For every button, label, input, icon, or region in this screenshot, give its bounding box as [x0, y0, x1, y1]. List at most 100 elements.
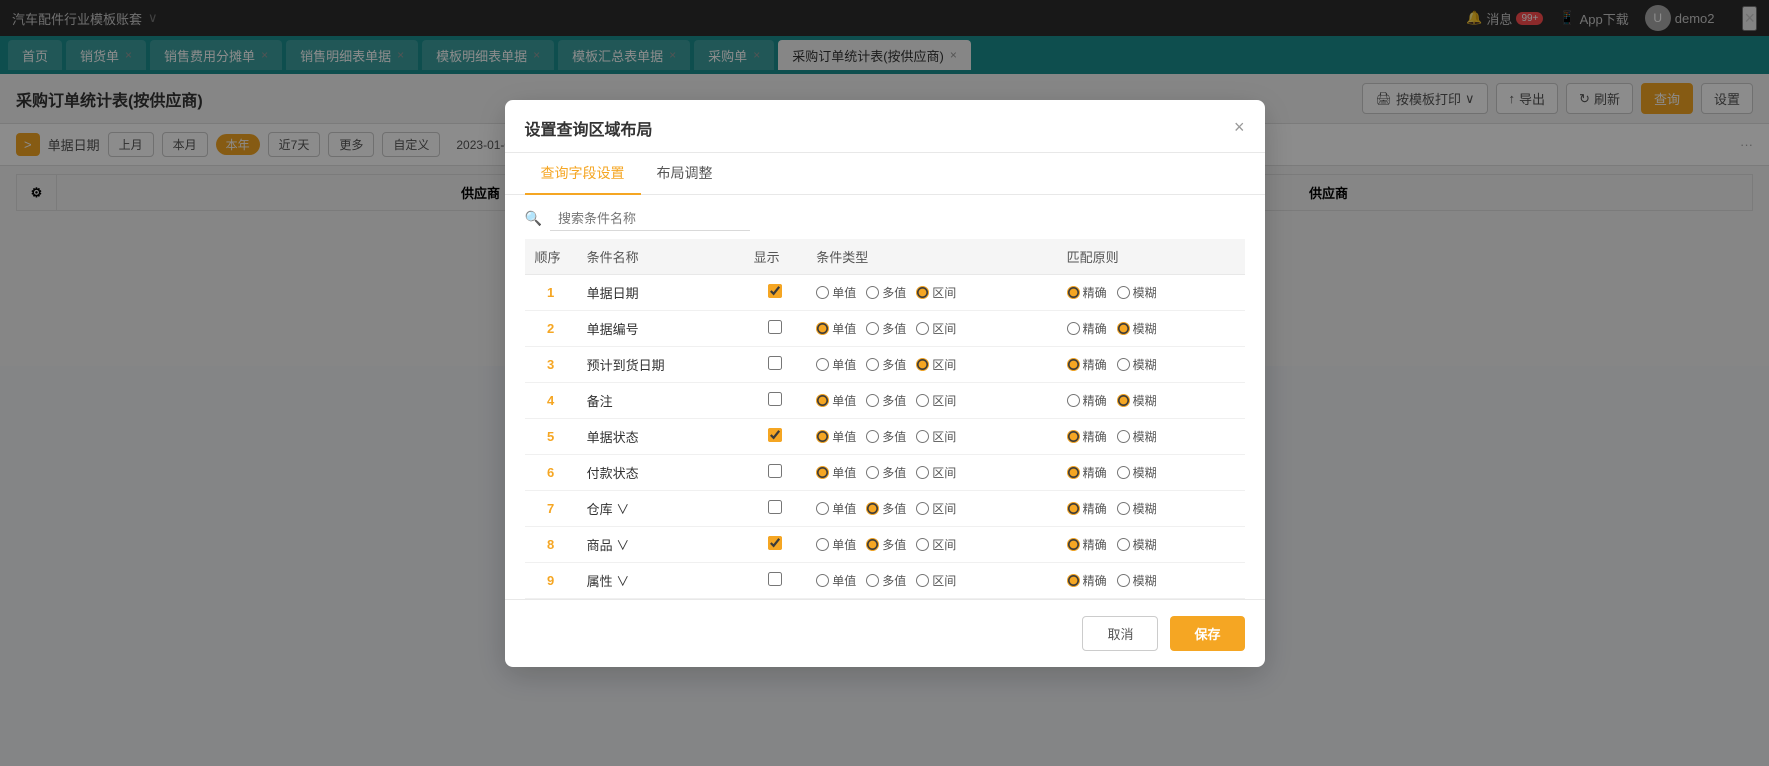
radio-match_fuzzy[interactable]: 模糊: [1117, 356, 1157, 373]
dialog-overlay: 设置查询区域布局 × 查询字段设置 布局调整 🔍 顺序 条件名称 显示 条件类型: [0, 0, 1769, 766]
cell-name: 单据状态: [577, 418, 744, 454]
radio-type_range[interactable]: 区间: [916, 464, 956, 481]
radio-match_fuzzy[interactable]: 模糊: [1117, 392, 1157, 409]
radio-type_multi[interactable]: 多值: [866, 500, 906, 517]
table-row: 7仓库 ∨ 单值多值区间 精确模糊: [525, 490, 1245, 526]
radio-type_multi[interactable]: 多值: [866, 284, 906, 301]
cell-match: 精确模糊: [1057, 382, 1245, 418]
cell-show[interactable]: [744, 490, 807, 526]
radio-match_exact[interactable]: 精确: [1067, 428, 1107, 445]
radio-type_range[interactable]: 区间: [916, 320, 956, 337]
show-checkbox[interactable]: [768, 320, 782, 334]
cell-show[interactable]: [744, 418, 807, 454]
radio-type_multi[interactable]: 多值: [866, 356, 906, 373]
cell-name: 备注: [577, 382, 744, 418]
show-checkbox[interactable]: [768, 284, 782, 298]
cell-type: 单值多值区间: [806, 310, 1056, 346]
show-checkbox[interactable]: [768, 572, 782, 586]
cell-show[interactable]: [744, 310, 807, 346]
show-checkbox[interactable]: [768, 392, 782, 406]
cell-show[interactable]: [744, 454, 807, 490]
radio-type_single[interactable]: 单值: [816, 284, 856, 301]
cell-type: 单值多值区间: [806, 454, 1056, 490]
cell-match: 精确模糊: [1057, 526, 1245, 562]
radio-match_fuzzy[interactable]: 模糊: [1117, 320, 1157, 337]
dialog-close-btn[interactable]: ×: [1234, 117, 1245, 138]
radio-type_range[interactable]: 区间: [916, 572, 956, 589]
cell-type: 单值多值区间: [806, 346, 1056, 382]
radio-type_single[interactable]: 单值: [816, 320, 856, 337]
radio-type_range[interactable]: 区间: [916, 356, 956, 373]
table-row: 2单据编号单值多值区间精确模糊: [525, 310, 1245, 346]
cell-show[interactable]: [744, 382, 807, 418]
cell-name: 预计到货日期: [577, 346, 744, 382]
cell-name: 商品 ∨: [577, 526, 744, 562]
th-show: 显示: [744, 239, 807, 275]
cell-show[interactable]: [744, 346, 807, 382]
cell-match: 精确模糊: [1057, 454, 1245, 490]
save-btn[interactable]: 保存: [1170, 616, 1244, 651]
radio-type_multi[interactable]: 多值: [866, 536, 906, 553]
cell-name: 仓库 ∨: [577, 490, 744, 526]
tab-fields[interactable]: 查询字段设置: [525, 153, 641, 195]
cell-match: 精确模糊: [1057, 562, 1245, 598]
radio-type_single[interactable]: 单值: [816, 356, 856, 373]
table-row: 5单据状态单值多值区间精确模糊: [525, 418, 1245, 454]
radio-type_single[interactable]: 单值: [816, 464, 856, 481]
radio-type_single[interactable]: 单值: [816, 500, 856, 517]
cell-order: 9: [525, 562, 577, 598]
radio-type_range[interactable]: 区间: [916, 428, 956, 445]
radio-match_exact[interactable]: 精确: [1067, 392, 1107, 409]
th-name: 条件名称: [577, 239, 744, 275]
show-checkbox[interactable]: [768, 464, 782, 478]
radio-match_exact[interactable]: 精确: [1067, 464, 1107, 481]
cell-show[interactable]: [744, 562, 807, 598]
radio-type_multi[interactable]: 多值: [866, 572, 906, 589]
radio-match_exact[interactable]: 精确: [1067, 500, 1107, 517]
show-checkbox[interactable]: [768, 428, 782, 442]
show-checkbox[interactable]: [768, 356, 782, 370]
radio-type_multi[interactable]: 多值: [866, 428, 906, 445]
cell-order: 5: [525, 418, 577, 454]
show-checkbox[interactable]: [768, 500, 782, 514]
radio-match_exact[interactable]: 精确: [1067, 284, 1107, 301]
tab-layout[interactable]: 布局调整: [641, 153, 729, 195]
cell-order: 8: [525, 526, 577, 562]
radio-type_range[interactable]: 区间: [916, 536, 956, 553]
radio-type_single[interactable]: 单值: [816, 536, 856, 553]
radio-match_fuzzy[interactable]: 模糊: [1117, 536, 1157, 553]
cell-show[interactable]: [744, 274, 807, 310]
radio-type_range[interactable]: 区间: [916, 284, 956, 301]
radio-match_fuzzy[interactable]: 模糊: [1117, 500, 1157, 517]
radio-match_exact[interactable]: 精确: [1067, 536, 1107, 553]
radio-type_multi[interactable]: 多值: [866, 392, 906, 409]
radio-type_single[interactable]: 单值: [816, 392, 856, 409]
cancel-btn[interactable]: 取消: [1082, 616, 1158, 651]
table-row: 1单据日期单值多值区间精确模糊: [525, 274, 1245, 310]
cell-match: 精确模糊: [1057, 274, 1245, 310]
cell-name: 属性 ∨: [577, 562, 744, 598]
cell-type: 单值多值区间: [806, 418, 1056, 454]
radio-type_single[interactable]: 单值: [816, 572, 856, 589]
radio-match_fuzzy[interactable]: 模糊: [1117, 464, 1157, 481]
radio-type_single[interactable]: 单值: [816, 428, 856, 445]
radio-match_exact[interactable]: 精确: [1067, 320, 1107, 337]
radio-type_range[interactable]: 区间: [916, 392, 956, 409]
cell-order: 1: [525, 274, 577, 310]
show-checkbox[interactable]: [768, 536, 782, 550]
radio-match_fuzzy[interactable]: 模糊: [1117, 572, 1157, 589]
table-row: 3预计到货日期单值多值区间精确模糊: [525, 346, 1245, 382]
radio-type_multi[interactable]: 多值: [866, 464, 906, 481]
dialog-search-input[interactable]: [550, 207, 750, 231]
th-order: 顺序: [525, 239, 577, 275]
radio-match_exact[interactable]: 精确: [1067, 356, 1107, 373]
cell-type: 单值多值区间: [806, 562, 1056, 598]
radio-match_exact[interactable]: 精确: [1067, 572, 1107, 589]
radio-match_fuzzy[interactable]: 模糊: [1117, 284, 1157, 301]
radio-type_multi[interactable]: 多值: [866, 320, 906, 337]
radio-match_fuzzy[interactable]: 模糊: [1117, 428, 1157, 445]
radio-type_range[interactable]: 区间: [916, 500, 956, 517]
cell-show[interactable]: [744, 526, 807, 562]
cell-match: 精确模糊: [1057, 490, 1245, 526]
cell-order: 7: [525, 490, 577, 526]
